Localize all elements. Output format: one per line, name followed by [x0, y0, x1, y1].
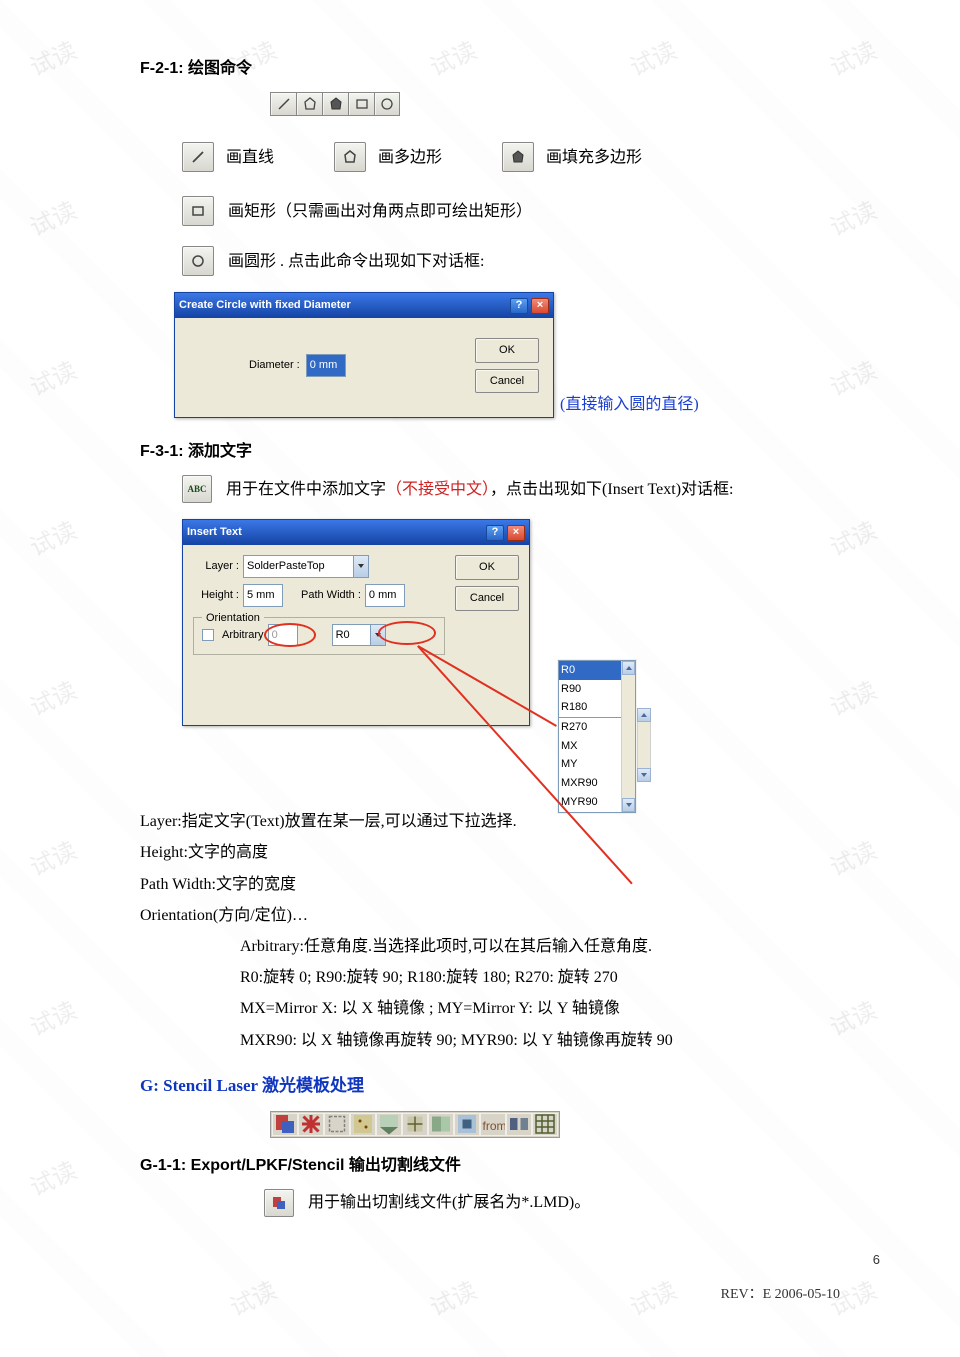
diameter-input[interactable]: 0 mm — [306, 354, 346, 377]
help-icon[interactable]: ? — [486, 525, 504, 541]
polygon-label: 画多边形 — [378, 144, 442, 171]
svg-text:from: from — [483, 1119, 506, 1133]
arbitrary-checkbox[interactable] — [202, 629, 214, 641]
export-icon — [264, 1189, 294, 1217]
rect-icon — [182, 196, 214, 226]
filled-polygon-icon — [502, 142, 534, 172]
ok-button[interactable]: OK — [475, 338, 539, 363]
pathwidth-input[interactable]: 0 mm — [365, 584, 405, 607]
asterisk-icon[interactable] — [298, 1113, 324, 1136]
heading-g: G: Stencil Laser 激光模板处理 — [140, 1072, 880, 1101]
pathwidth-label: Path Width : — [301, 586, 361, 605]
cancel-button[interactable]: Cancel — [475, 369, 539, 394]
line-icon — [182, 142, 214, 172]
filled-polygon-tool-icon[interactable] — [322, 92, 348, 116]
exp-mxr: MXR90: 以 X 轴镜像再旋转 90; MYR90: 以 Y 轴镜像再旋转 … — [140, 1027, 880, 1054]
help-icon[interactable]: ? — [510, 298, 528, 314]
scroll-up-icon[interactable] — [637, 708, 651, 722]
rect-tool-icon[interactable] — [348, 92, 374, 116]
dialog-insert-text-titlebar[interactable]: Insert Text ? × — [183, 520, 529, 545]
close-icon[interactable]: × — [531, 298, 549, 314]
close-icon[interactable]: × — [507, 525, 525, 541]
exp-layer: Layer:指定文字(Text)放置在某一层,可以通过下拉选择. — [140, 808, 880, 835]
tool-icon-7[interactable] — [428, 1113, 454, 1136]
stencil-toolbar: from — [270, 1111, 560, 1138]
tool-line-row: 画直线 — [182, 142, 274, 172]
exp-arbitrary: Arbitrary:任意角度.当选择此项时,可以在其后输入任意角度. — [140, 933, 880, 960]
scrollbar[interactable] — [621, 661, 635, 812]
layer-combobox[interactable]: SolderPasteTop — [243, 555, 369, 578]
circle-icon — [182, 246, 214, 276]
filled-polygon-label: 画填充多边形 — [546, 144, 642, 171]
dashed-rect-icon[interactable] — [324, 1113, 350, 1136]
circle-label: 画圆形 . 点击此命令出现如下对话框: — [228, 248, 484, 275]
scroll-down-icon[interactable] — [622, 798, 635, 812]
arbitrary-annotation-circle — [264, 623, 316, 647]
arbitrary-label: Arbitrary — [222, 626, 264, 645]
tool-icon-9[interactable]: from — [480, 1113, 506, 1136]
tool-icon-4[interactable] — [350, 1113, 376, 1136]
dialog-insert-text-title: Insert Text — [187, 523, 242, 542]
exp-mxmy: MX=Mirror X: 以 X 轴镜像 ; MY=Mirror Y: 以 Y … — [140, 995, 880, 1022]
heading-f31: F-3-1: 添加文字 — [140, 438, 880, 465]
dialog-create-circle-titlebar[interactable]: Create Circle with fixed Diameter ? × — [175, 293, 553, 318]
tool-polygon-row: 画多边形 — [334, 142, 442, 172]
cancel-button[interactable]: Cancel — [455, 586, 519, 611]
scrollbar-second[interactable] — [637, 708, 651, 782]
page-root: 试读 试读 试读 试读 试读 试读 试读 试读 试读 试读 试读 试读 试读 试… — [0, 0, 960, 1357]
orientation-combobox-annotation-circle — [378, 621, 436, 645]
scroll-up-icon[interactable] — [622, 661, 635, 675]
exp-orientation: Orientation(方向/定位)… — [140, 902, 880, 929]
polygon-icon — [334, 142, 366, 172]
diameter-label: Diameter : — [249, 356, 300, 375]
height-input[interactable]: 5 mm — [243, 584, 283, 607]
tool-icon-11[interactable] — [532, 1113, 558, 1136]
dialog-insert-text: Insert Text ? × Layer : SolderPasteTop — [182, 519, 530, 726]
rect-label: 画矩形（只需画出对角两点即可绘出矩形） — [228, 198, 532, 225]
circle-tool-icon[interactable] — [374, 92, 400, 116]
page-number: 6 — [873, 1249, 880, 1271]
polygon-tool-icon[interactable] — [296, 92, 322, 116]
abc-icon: ABC — [182, 475, 212, 503]
scroll-down-icon[interactable] — [637, 768, 651, 782]
export-desc-row: 用于输出切割线文件(扩展名为*.LMD)。 — [264, 1189, 880, 1217]
draw-toolbar — [270, 92, 880, 116]
ok-button[interactable]: OK — [455, 555, 519, 580]
height-label: Height : — [193, 586, 239, 605]
add-text-line: 用于在文件中添加文字（不接受中文），点击出现如下(Insert Text)对话框… — [226, 476, 733, 503]
export-icon[interactable] — [272, 1113, 298, 1136]
orientation-legend: Orientation — [202, 609, 264, 628]
exp-height: Height:文字的高度 — [140, 839, 880, 866]
dialog-create-circle: Create Circle with fixed Diameter ? × Di… — [174, 292, 554, 418]
tool-rect-row: 画矩形（只需画出对角两点即可绘出矩形） — [182, 196, 880, 226]
explanations-block: Layer:指定文字(Text)放置在某一层,可以通过下拉选择. Height:… — [140, 808, 880, 1054]
export-desc: 用于输出切割线文件(扩展名为*.LMD)。 — [308, 1189, 590, 1216]
chevron-down-icon[interactable] — [353, 555, 369, 578]
exp-pathwidth: Path Width:文字的宽度 — [140, 871, 880, 898]
circle-diameter-note: (直接输入圆的直径) — [560, 391, 699, 418]
layer-label: Layer : — [193, 557, 239, 576]
line-tool-icon[interactable] — [270, 92, 296, 116]
tool-filled-polygon-row: 画填充多边形 — [502, 142, 642, 172]
abc-tool-row: ABC 用于在文件中添加文字（不接受中文），点击出现如下(Insert Text… — [182, 475, 880, 503]
exp-r: R0:旋转 0; R90:旋转 90; R180:旋转 180; R270: 旋… — [140, 964, 880, 991]
dialog-create-circle-title: Create Circle with fixed Diameter — [179, 296, 351, 315]
tool-icon-5[interactable] — [376, 1113, 402, 1136]
heading-g11: G-1-1: Export/LPKF/Stencil 输出切割线文件 — [140, 1152, 880, 1179]
tool-icon-8[interactable] — [454, 1113, 480, 1136]
orientation-dropdown-list[interactable]: R0 R90 R180 R270 MX MY MXR90 MYR90 — [558, 660, 636, 813]
line-label: 画直线 — [226, 144, 274, 171]
heading-f21: F-2-1: 绘图命令 — [140, 55, 880, 82]
tool-circle-row: 画圆形 . 点击此命令出现如下对话框: — [182, 246, 880, 276]
tool-icon-6[interactable] — [402, 1113, 428, 1136]
footer-rev: REV：E 2006-05-10 — [721, 1283, 840, 1307]
tool-icon-10[interactable] — [506, 1113, 532, 1136]
